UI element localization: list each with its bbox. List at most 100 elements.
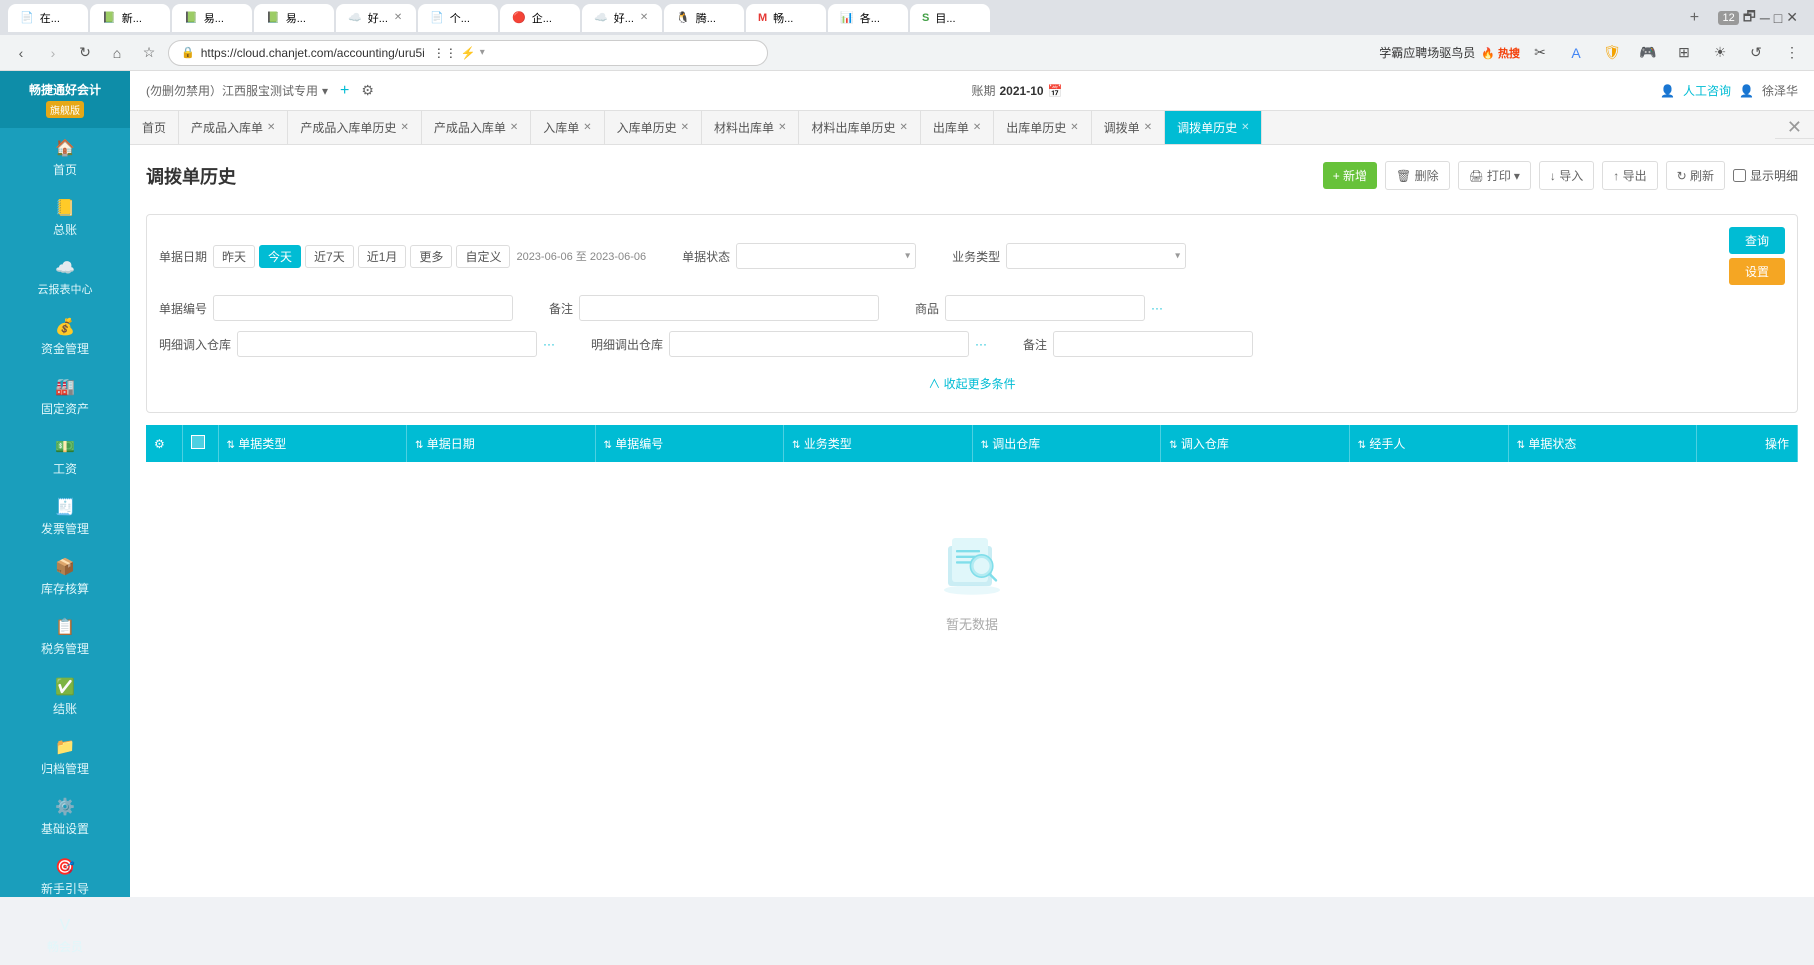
tab-product-in[interactable]: 产成品入库单 ✕ (179, 111, 288, 144)
warehouse-in-input[interactable] (237, 331, 537, 357)
tab-product-in2[interactable]: 产成品入库单 ✕ (422, 111, 531, 144)
select-all-checkbox[interactable] (191, 435, 205, 449)
tab-in-bill-close[interactable]: ✕ (583, 122, 591, 133)
goods-more-icon[interactable]: ··· (1151, 301, 1163, 315)
biz-type-select[interactable] (1006, 243, 1186, 269)
grid-icon[interactable]: ⊞ (1670, 39, 1698, 67)
tab-out-bill[interactable]: 出库单 ✕ (921, 111, 994, 144)
sidebar-item-guide[interactable]: 🎯 新手引导 (0, 847, 130, 907)
th-check[interactable] (182, 425, 218, 462)
collapse-button[interactable]: ∧ 收起更多条件 (928, 371, 1015, 396)
sidebar-item-settings[interactable]: ⚙️ 基础设置 (0, 787, 130, 847)
calendar-icon[interactable]: 📅 (1048, 84, 1063, 98)
sidebar-item-report[interactable]: ☁️ 云报表中心 (0, 248, 130, 307)
sort-icon[interactable]: ⇅ (227, 440, 235, 451)
sidebar-item-invoice[interactable]: 🧾 发票管理 (0, 487, 130, 547)
delete-button[interactable]: 🗑 删除 (1385, 161, 1450, 190)
browser-tab-12[interactable]: S 目... (910, 4, 990, 32)
tab-transfer-hist-close[interactable]: ✕ (1241, 122, 1249, 133)
sort-bill-status-icon[interactable]: ⇅ (1517, 440, 1525, 451)
browser-tab-8[interactable]: ☁️ 好... ✕ (582, 4, 662, 32)
browser-tab-1[interactable]: 📄 在... (8, 4, 88, 32)
tab-product-in2-close[interactable]: ✕ (510, 122, 518, 133)
service-label[interactable]: 人工咨询 (1683, 82, 1731, 99)
gear-icon[interactable]: ⚙ (154, 437, 165, 451)
export-button[interactable]: ↑ 导出 (1602, 161, 1657, 190)
minimize-icon[interactable]: ─ (1760, 10, 1770, 26)
sort-bill-no-icon[interactable]: ⇅ (604, 440, 612, 451)
forward-button[interactable]: › (40, 40, 66, 66)
browser-tab-7[interactable]: 🔴 企... (500, 4, 580, 32)
print-button[interactable]: 🖨 打印 ▾ (1458, 161, 1531, 190)
sort-out-warehouse-icon[interactable]: ⇅ (981, 440, 989, 451)
tab-material-out-hist-close[interactable]: ✕ (899, 122, 907, 133)
theme-icon[interactable]: ☀ (1706, 39, 1734, 67)
browser-tab-3[interactable]: 📗 易... (172, 4, 252, 32)
window-icon[interactable]: 🗗 (1743, 6, 1756, 30)
tab-transfer[interactable]: 调拨单 ✕ (1092, 111, 1165, 144)
game-icon[interactable]: 🎮 (1634, 39, 1662, 67)
custom-date-btn[interactable]: 自定义 (456, 245, 510, 268)
tab-out-bill-close[interactable]: ✕ (973, 122, 981, 133)
close-browser-icon[interactable]: ✕ (1786, 9, 1798, 26)
username[interactable]: 徐泽华 (1762, 82, 1798, 99)
tab-material-out-hist[interactable]: 材料出库单历史 ✕ (799, 111, 920, 144)
company-selector[interactable]: (勿删勿禁用）江西服宝测试专用 ▾ (146, 82, 328, 99)
tab-in-bill[interactable]: 入库单 ✕ (531, 111, 604, 144)
sort-biz-type-icon[interactable]: ⇅ (792, 440, 800, 451)
tab-home[interactable]: 首页 (130, 111, 179, 144)
tab-material-out[interactable]: 材料出库单 ✕ (702, 111, 799, 144)
week-btn[interactable]: 近7天 (305, 245, 354, 268)
tab-close-8[interactable]: ✕ (640, 12, 648, 23)
browser-tab-11[interactable]: 📊 各... (828, 4, 908, 32)
home-button[interactable]: ⌂ (104, 40, 130, 66)
tab-in-hist[interactable]: 入库单历史 ✕ (605, 111, 702, 144)
sort-bill-date-icon[interactable]: ⇅ (415, 440, 423, 451)
new-tab-button[interactable]: + (1682, 6, 1706, 30)
goods-input[interactable] (945, 295, 1145, 321)
sidebar-item-archive[interactable]: 📁 归档管理 (0, 727, 130, 787)
browser-tab-4[interactable]: 📗 易... (254, 4, 334, 32)
translate-icon[interactable]: A (1562, 39, 1590, 67)
browser-tab-9[interactable]: 🐧 腾... (664, 4, 744, 32)
tab-product-in-hist-close[interactable]: ✕ (400, 122, 408, 133)
sort-handler-icon[interactable]: ⇅ (1358, 440, 1366, 451)
browser-tab-2[interactable]: 📗 新... (90, 4, 170, 32)
show-all-checkbox[interactable] (1733, 169, 1746, 182)
company-settings-icon[interactable]: ⚙ (361, 82, 374, 99)
sort-in-warehouse-icon[interactable]: ⇅ (1169, 440, 1177, 451)
th-gear[interactable]: ⚙ (146, 425, 182, 462)
warehouse-out-more-icon[interactable]: ··· (975, 337, 987, 351)
tab-material-out-close[interactable]: ✕ (778, 122, 786, 133)
sidebar-item-tax[interactable]: 📋 税务管理 (0, 607, 130, 667)
tab-transfer-hist[interactable]: 调拨单历史 ✕ (1165, 111, 1262, 144)
sidebar-item-inventory[interactable]: 📦 库存核算 (0, 547, 130, 607)
today-btn[interactable]: 今天 (259, 245, 301, 268)
month-btn[interactable]: 近1月 (358, 245, 407, 268)
browser-tab-5[interactable]: ☁️ 好... ✕ (336, 4, 416, 32)
tab-in-hist-close[interactable]: ✕ (681, 122, 689, 133)
warehouse-in-more-icon[interactable]: ··· (543, 337, 555, 351)
tab-product-in-hist[interactable]: 产成品入库单历史 ✕ (288, 111, 421, 144)
yesterday-btn[interactable]: 昨天 (213, 245, 255, 268)
query-button[interactable]: 查询 (1729, 227, 1785, 254)
browser-tab-10[interactable]: M 畅... (746, 4, 826, 32)
bookmark-button[interactable]: ☆ (136, 40, 162, 66)
status-select[interactable] (736, 243, 916, 269)
sidebar-item-salary[interactable]: 💵 工资 (0, 427, 130, 487)
sidebar-item-settle[interactable]: ✅ 结账 (0, 667, 130, 727)
close-all-tabs[interactable]: ✕ (1775, 117, 1814, 139)
add-company-button[interactable]: + (340, 82, 349, 100)
sidebar-item-ledger[interactable]: 📒 总账 (0, 188, 130, 248)
more-icon[interactable]: ⋮ (1778, 39, 1806, 67)
tab-product-in-close[interactable]: ✕ (267, 122, 275, 133)
remark-input[interactable] (579, 295, 879, 321)
more-date-btn[interactable]: 更多 (410, 245, 452, 268)
sidebar-item-asset[interactable]: 🏭 固定资产 (0, 367, 130, 427)
tab-close-5[interactable]: ✕ (394, 12, 402, 23)
sidebar-item-fund[interactable]: 💰 资金管理 (0, 307, 130, 367)
shield-icon[interactable]: 🛡 (1598, 39, 1626, 67)
tab-out-hist[interactable]: 出库单历史 ✕ (994, 111, 1091, 144)
filter-settings-button[interactable]: 设置 (1729, 258, 1785, 285)
note-input[interactable] (1053, 331, 1253, 357)
